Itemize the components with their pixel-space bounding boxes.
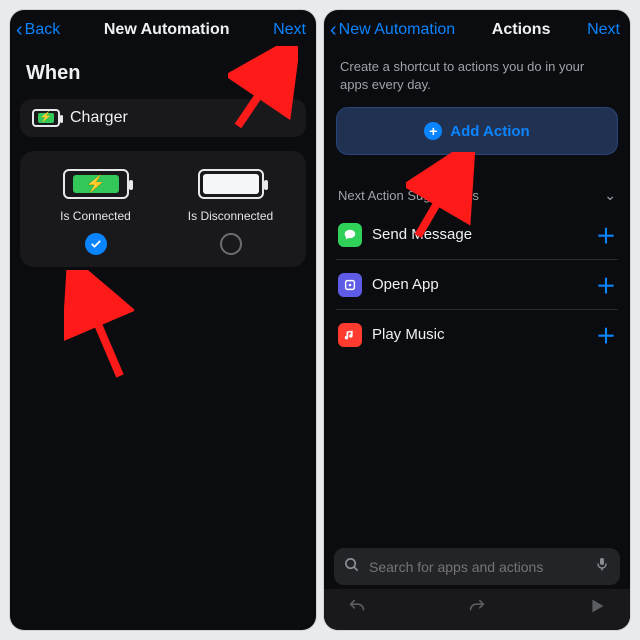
undo-button[interactable]	[346, 595, 368, 622]
helper-text: Create a shortcut to actions you do in y…	[324, 48, 630, 105]
suggestion-label: Open App	[372, 276, 586, 293]
connection-options: ⚡ Is Connected Is Disconnected	[20, 151, 306, 267]
left-screen: ‹ Back New Automation Next When ⚡ Charge…	[10, 10, 316, 630]
option-label: Is Disconnected	[188, 209, 273, 223]
next-label: Next	[587, 21, 620, 39]
next-label: Next	[273, 21, 306, 39]
plus-icon: ＋	[596, 270, 616, 299]
suggestion-label: Play Music	[372, 326, 586, 343]
add-action-label: Add Action	[450, 123, 529, 140]
run-button[interactable]	[586, 595, 608, 622]
back-button[interactable]: ‹ Back	[16, 20, 60, 40]
right-screen: ‹ New Automation Actions Next Create a s…	[324, 10, 630, 630]
radio-unselected-icon	[220, 233, 242, 255]
next-button[interactable]: Next	[587, 21, 620, 39]
redo-button[interactable]	[466, 595, 488, 622]
nav-title: Actions	[492, 21, 551, 39]
messages-app-icon	[338, 223, 362, 247]
navbar: ‹ New Automation Actions Next	[324, 10, 630, 48]
navbar: ‹ Back New Automation Next	[10, 10, 316, 48]
suggestions-header[interactable]: Next Action Suggestions ⌄	[324, 165, 630, 210]
option-is-connected[interactable]: ⚡ Is Connected	[32, 169, 159, 255]
back-label: Back	[25, 21, 61, 39]
bottom-toolbar	[324, 589, 630, 630]
charger-card[interactable]: ⚡ Charger	[20, 99, 306, 137]
add-action-button[interactable]: + Add Action	[336, 107, 618, 155]
suggestion-open-app[interactable]: Open App ＋	[336, 259, 618, 309]
charger-label: Charger	[70, 109, 128, 127]
battery-full-icon	[198, 169, 264, 199]
suggestion-play-music[interactable]: Play Music ＋	[336, 309, 618, 359]
plus-icon: ＋	[596, 220, 616, 249]
back-label: New Automation	[339, 21, 456, 39]
back-chevron-icon: ‹	[330, 20, 337, 40]
suggestion-label: Send Message	[372, 226, 586, 243]
music-app-icon	[338, 323, 362, 347]
chevron-down-icon: ⌄	[604, 187, 616, 204]
suggestions-list: Send Message ＋ Open App ＋ Play Music ＋	[336, 210, 618, 359]
plus-circle-icon: +	[424, 122, 442, 140]
radio-selected-icon	[85, 233, 107, 255]
search-input[interactable]	[367, 558, 586, 576]
back-chevron-icon: ‹	[16, 20, 23, 40]
open-app-icon	[338, 273, 362, 297]
option-label: Is Connected	[60, 209, 131, 223]
charger-icon: ⚡	[32, 109, 60, 127]
when-header: When	[10, 48, 316, 95]
suggestion-send-message[interactable]: Send Message ＋	[336, 210, 618, 259]
search-field[interactable]	[334, 548, 620, 585]
battery-charging-icon: ⚡	[63, 169, 129, 199]
nav-title: New Automation	[104, 21, 230, 39]
microphone-icon[interactable]	[594, 556, 610, 577]
plus-icon: ＋	[596, 320, 616, 349]
back-button[interactable]: ‹ New Automation	[330, 20, 455, 40]
next-button[interactable]: Next	[273, 21, 306, 39]
search-icon	[344, 557, 359, 577]
option-is-disconnected[interactable]: Is Disconnected	[167, 169, 294, 255]
suggestions-title: Next Action Suggestions	[338, 188, 479, 203]
